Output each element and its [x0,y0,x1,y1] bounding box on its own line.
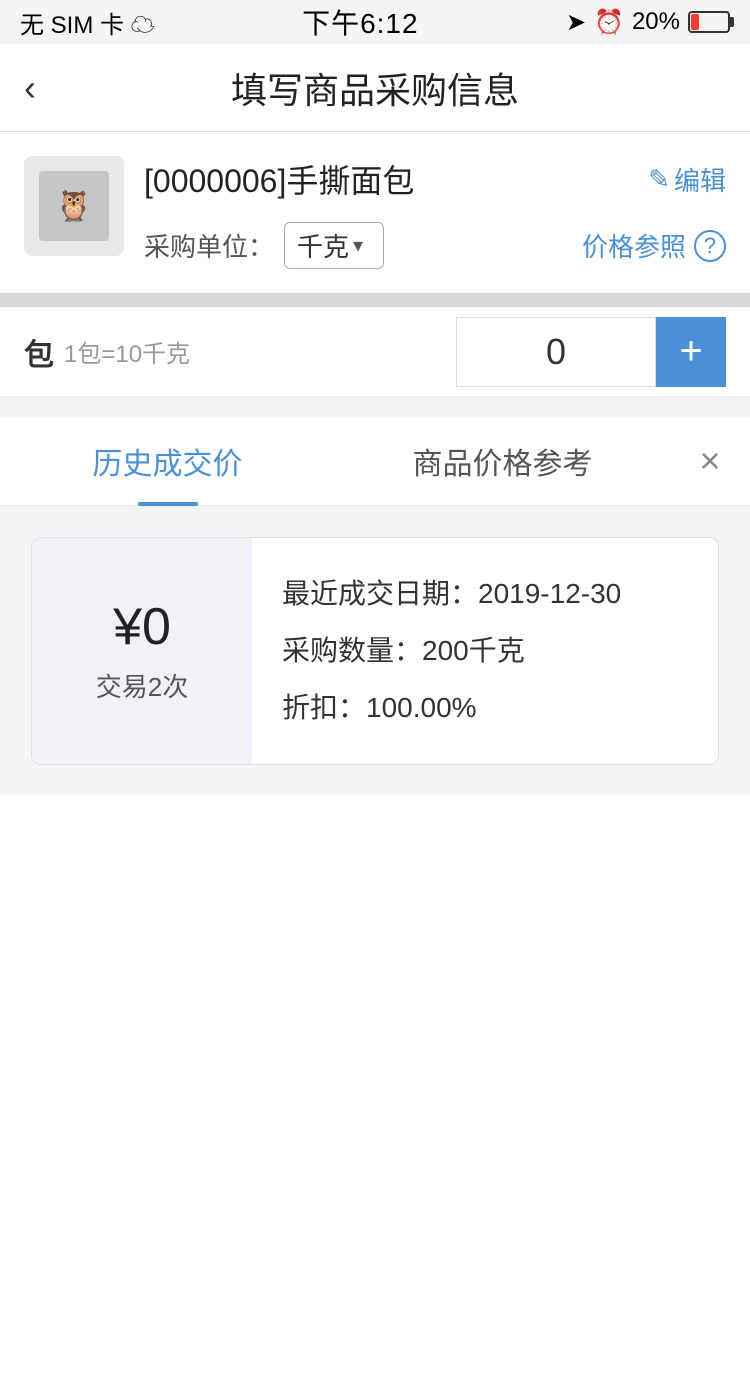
section-divider [0,293,750,307]
quantity-unit-name: 包 [24,330,54,374]
transaction-qty-row: 采购数量：200千克 [282,631,688,670]
product-logo-icon: 🦉 [55,189,92,224]
unit-prefix-label: 采购单位： [144,227,274,264]
transaction-discount-row: 折扣：100.00% [282,688,688,727]
content-area [0,795,750,1395]
tab-product-price[interactable]: 商品价格参考 [335,416,670,506]
status-time: 下午6:12 [302,2,419,42]
battery-icon [688,11,730,33]
transaction-details-panel: 最近成交日期：2019-12-30 采购数量：200千克 折扣：100.00% [252,538,718,764]
discount-label: 折扣： [282,692,366,723]
edit-button[interactable]: ✎ 编辑 [648,161,726,198]
nav-bar: ‹ 填写商品采购信息 [0,44,750,132]
quantity-label: 包 1包=10千克 [24,330,190,374]
tabs-row: 历史成交价 商品价格参考 × [0,417,750,507]
price-ref-label: 价格参照 [582,227,686,264]
tab-product-label: 商品价格参考 [413,439,593,483]
product-header: 🦉 [0000006]手撕面包 ✎ 编辑 采购单位： 千克 ▾ [24,156,726,269]
date-value: 2019-12-30 [478,578,621,609]
page-title: 填写商品采购信息 [231,62,519,114]
product-name-row: [0000006]手撕面包 ✎ 编辑 [144,156,726,202]
status-right: ➤ ⏰ 20% [566,8,730,37]
transaction-count: 交易2次 [96,667,188,704]
battery-percent: 20% [632,8,680,36]
help-icon: ? [694,230,726,262]
quantity-plus-button[interactable]: + [656,317,726,387]
quantity-input[interactable] [456,317,656,387]
product-card: 🦉 [0000006]手撕面包 ✎ 编辑 采购单位： 千克 ▾ [0,132,750,293]
signal-label: 无 SIM 卡 ☁ [20,5,155,40]
product-info: [0000006]手撕面包 ✎ 编辑 采购单位： 千克 ▾ 价格参照 ? [144,156,726,269]
tab-history-label: 历史成交价 [93,439,243,483]
edit-icon: ✎ [648,164,670,195]
product-name: [0000006]手撕面包 [144,156,414,202]
unit-value-label: 千克 [297,227,349,264]
chevron-down-icon: ▾ [353,233,363,258]
edit-label: 编辑 [674,161,726,198]
product-title: 手撕面包 [286,163,414,199]
close-icon: × [699,440,720,482]
status-left: 无 SIM 卡 ☁ [20,5,155,40]
transaction-price-panel: ¥0 交易2次 [32,538,252,764]
quantity-row: 包 1包=10千克 + [0,307,750,397]
back-button[interactable]: ‹ [24,67,36,109]
transaction-date-row: 最近成交日期：2019-12-30 [282,574,688,613]
tab-history-price[interactable]: 历史成交价 [0,416,335,506]
qty-label: 采购数量： [282,635,422,666]
tab-close-button[interactable]: × [670,416,750,506]
date-label: 最近成交日期： [282,578,478,609]
thumbnail-inner: 🦉 [39,171,109,241]
product-id: [0000006] [144,163,286,199]
quantity-unit-hint: 1包=10千克 [64,334,190,369]
location-icon: ➤ [566,8,586,37]
transaction-card: ¥0 交易2次 最近成交日期：2019-12-30 采购数量：200千克 折扣：… [31,537,719,765]
transaction-price: ¥0 [113,597,171,657]
alarm-icon: ⏰ [594,8,624,37]
unit-left: 采购单位： 千克 ▾ [144,222,384,269]
price-reference-button[interactable]: 价格参照 ? [582,227,726,264]
discount-value: 100.00% [366,692,477,723]
quantity-controls: + [456,317,726,387]
qty-value: 200千克 [422,635,525,666]
product-unit-row: 采购单位： 千克 ▾ 价格参照 ? [144,222,726,269]
product-thumbnail: 🦉 [24,156,124,256]
unit-select[interactable]: 千克 ▾ [284,222,384,269]
status-bar: 无 SIM 卡 ☁ 下午6:12 ➤ ⏰ 20% [0,0,750,44]
